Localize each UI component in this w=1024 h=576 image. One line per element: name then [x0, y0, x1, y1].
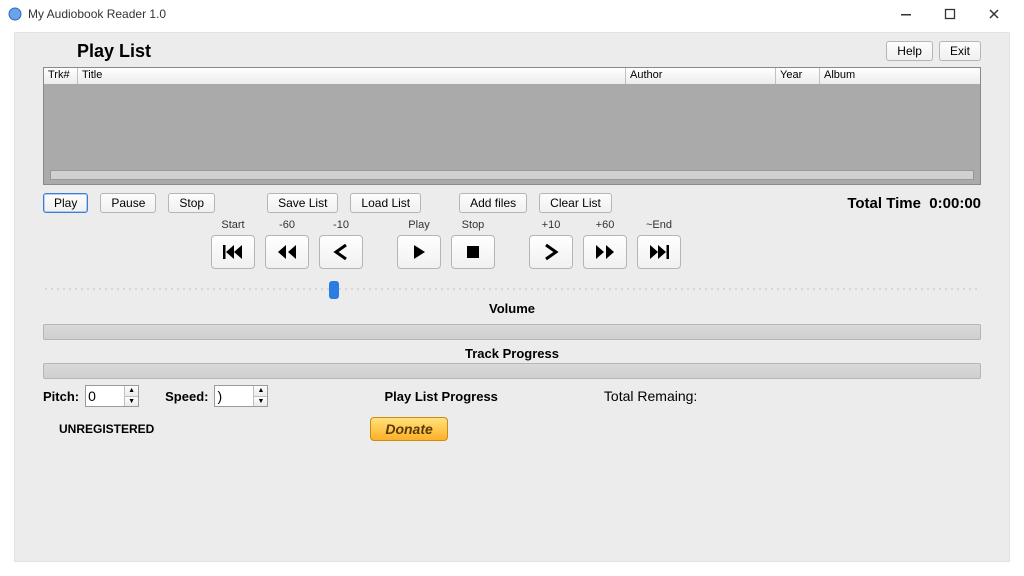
- clear-list-button[interactable]: Clear List: [539, 193, 612, 213]
- label-m10: -10: [333, 219, 349, 233]
- label-p60: +60: [596, 219, 615, 233]
- maximize-button[interactable]: [928, 0, 972, 28]
- client-area: Play List Help Exit Trk# Title Author Ye…: [14, 32, 1010, 562]
- speed-down[interactable]: ▼: [254, 396, 267, 407]
- app-icon: [8, 7, 22, 21]
- col-album[interactable]: Album: [820, 68, 980, 84]
- track-progress-label: Track Progress: [43, 346, 981, 361]
- unregistered-label: UNREGISTERED: [59, 422, 154, 436]
- back-10-button[interactable]: [319, 235, 363, 269]
- play-button[interactable]: Play: [43, 193, 88, 213]
- volume-thumb[interactable]: [329, 281, 339, 299]
- pitch-up[interactable]: ▲: [125, 386, 138, 396]
- playlist-heading: Play List: [77, 41, 151, 62]
- label-stop: Stop: [462, 219, 485, 233]
- grid-scrollbar[interactable]: [50, 170, 974, 180]
- label-p10: +10: [542, 219, 561, 233]
- pitch-down[interactable]: ▼: [125, 396, 138, 407]
- stop-button[interactable]: Stop: [168, 193, 215, 213]
- playlist-progress-label: Play List Progress: [384, 389, 497, 404]
- label-end: ~End: [646, 219, 672, 233]
- forward-60-button[interactable]: [583, 235, 627, 269]
- pause-button[interactable]: Pause: [100, 193, 156, 213]
- speed-label: Speed:: [165, 389, 208, 404]
- speed-input[interactable]: ▲ ▼: [214, 385, 268, 407]
- speed-value[interactable]: [215, 386, 253, 406]
- col-trk[interactable]: Trk#: [44, 68, 78, 84]
- total-time: Total Time 0:00:00: [847, 195, 981, 212]
- col-title[interactable]: Title: [78, 68, 626, 84]
- goto-end-button[interactable]: [637, 235, 681, 269]
- add-files-button[interactable]: Add files: [459, 193, 527, 213]
- pitch-value[interactable]: [86, 386, 124, 406]
- donate-button[interactable]: Donate: [370, 417, 447, 441]
- window-title: My Audiobook Reader 1.0: [28, 7, 166, 21]
- grid-body[interactable]: [44, 84, 980, 170]
- close-button[interactable]: [972, 0, 1016, 28]
- track-progress-bar[interactable]: [43, 324, 981, 340]
- app-window: My Audiobook Reader 1.0 Play List Help E…: [0, 0, 1024, 576]
- transport-play-button[interactable]: [397, 235, 441, 269]
- volume-slider[interactable]: [43, 283, 981, 295]
- volume-label: Volume: [43, 301, 981, 316]
- total-remaining-label: Total Remaing:: [604, 388, 697, 404]
- goto-start-button[interactable]: [211, 235, 255, 269]
- back-60-button[interactable]: [265, 235, 309, 269]
- pitch-input[interactable]: ▲ ▼: [85, 385, 139, 407]
- playlist-grid[interactable]: Trk# Title Author Year Album: [43, 67, 981, 185]
- speed-up[interactable]: ▲: [254, 386, 267, 396]
- transport-controls: Start -60 -10 Play: [211, 219, 981, 269]
- save-list-button[interactable]: Save List: [267, 193, 338, 213]
- minimize-button[interactable]: [884, 0, 928, 28]
- col-author[interactable]: Author: [626, 68, 776, 84]
- label-start: Start: [221, 219, 244, 233]
- col-year[interactable]: Year: [776, 68, 820, 84]
- load-list-button[interactable]: Load List: [350, 193, 421, 213]
- label-m60: -60: [279, 219, 295, 233]
- help-button[interactable]: Help: [886, 41, 933, 61]
- titlebar: My Audiobook Reader 1.0: [0, 0, 1024, 28]
- playlist-progress-bar[interactable]: [43, 363, 981, 379]
- transport-stop-button[interactable]: [451, 235, 495, 269]
- exit-button[interactable]: Exit: [939, 41, 981, 61]
- pitch-label: Pitch:: [43, 389, 79, 404]
- label-play: Play: [408, 219, 429, 233]
- grid-header: Trk# Title Author Year Album: [44, 68, 980, 84]
- forward-10-button[interactable]: [529, 235, 573, 269]
